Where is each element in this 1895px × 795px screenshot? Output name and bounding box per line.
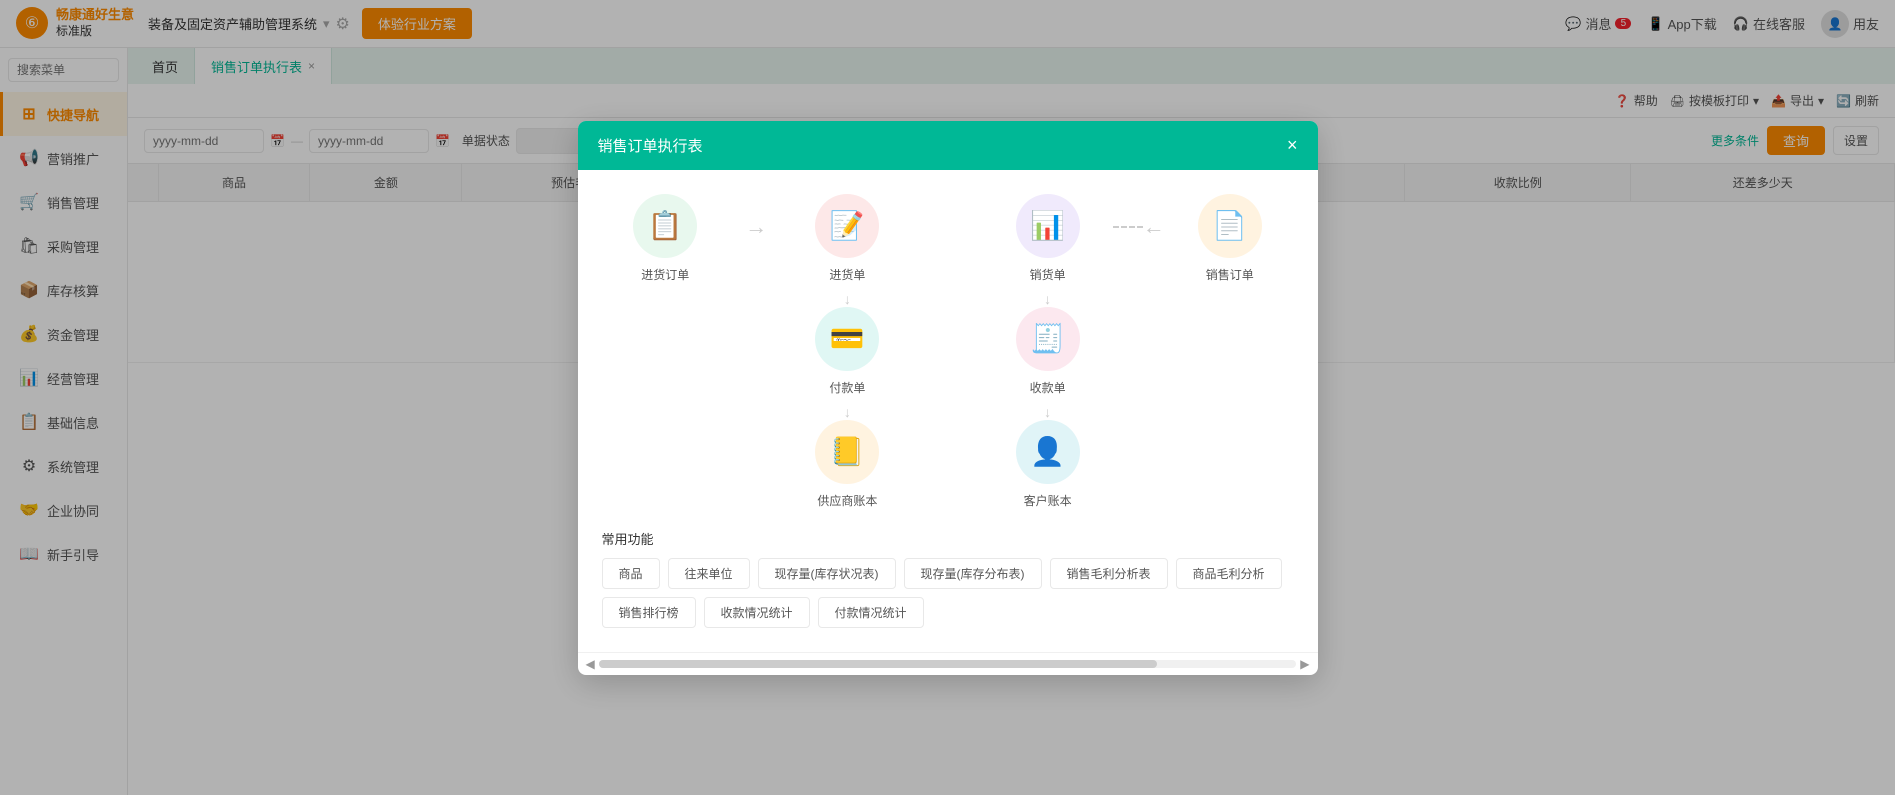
scroll-left-icon[interactable]: ◀ — [586, 657, 595, 671]
node-payment-bill-label: 付款单 — [829, 379, 865, 396]
node-supplier-account-label: 供应商账本 — [817, 492, 877, 509]
down-arrow-purchase-bill: ↓ — [784, 291, 911, 307]
node-sales-order-label: 销售订单 — [1206, 266, 1254, 283]
down-arrow-receipt: ↓ — [984, 404, 1111, 420]
node-receipt-bill-label: 收款单 — [1030, 379, 1066, 396]
node-purchase-order[interactable]: 📋 进货订单 — [602, 194, 729, 283]
node-receipt-icon: 🧾 — [1016, 307, 1080, 371]
node-supplier-account[interactable]: 📒 供应商账本 — [784, 420, 911, 509]
common-buttons-row1: 商品 往来单位 现存量(库存状况表) 现存量(库存分布表) 销售毛利分析表 商品… — [602, 558, 1294, 589]
modal-header: 销售订单执行表 × — [578, 121, 1318, 170]
arrow-purchase-to-bill: → — [729, 194, 784, 240]
node-sales-order[interactable]: 📄 销售订单 — [1166, 194, 1293, 283]
flow-modal: 销售订单执行表 × 📋 进货订单 → — [578, 121, 1318, 675]
node-sales-bill-label: 销货单 — [1030, 266, 1066, 283]
btn-stock-status[interactable]: 现存量(库存状况表) — [758, 558, 896, 589]
node-customer-account[interactable]: 👤 客户账本 — [984, 420, 1111, 509]
scrollbar-thumb — [599, 660, 1157, 668]
common-functions-title: 常用功能 — [602, 529, 1294, 548]
common-functions-section: 常用功能 商品 往来单位 现存量(库存状况表) 现存量(库存分布表) 销售毛利分… — [602, 529, 1294, 628]
modal-scrollbar: ◀ ▶ — [578, 652, 1318, 675]
btn-goods[interactable]: 商品 — [602, 558, 660, 589]
node-purchase-order-label: 进货订单 — [641, 266, 689, 283]
node-purchase-bill-icon: 📝 — [815, 194, 879, 258]
node-receipt-bill[interactable]: 🧾 收款单 — [984, 307, 1111, 396]
modal-body: 📋 进货订单 → 📝 进货单 — [578, 170, 1318, 652]
node-payment-bill[interactable]: 💳 付款单 — [784, 307, 911, 396]
common-buttons-row2: 销售排行榜 收款情况统计 付款情况统计 — [602, 597, 1294, 628]
down-arrow-payment: ↓ — [784, 404, 911, 420]
btn-counterpart[interactable]: 往来单位 — [668, 558, 750, 589]
modal-overlay[interactable]: 销售订单执行表 × 📋 进货订单 → — [0, 0, 1895, 795]
scrollbar-track — [599, 660, 1297, 668]
node-supplier-icon: 📒 — [815, 420, 879, 484]
btn-receipt-stats[interactable]: 收款情况统计 — [704, 597, 810, 628]
node-purchase-bill[interactable]: 📝 进货单 — [784, 194, 911, 283]
node-purchase-bill-label: 进货单 — [829, 266, 865, 283]
btn-payment-stats[interactable]: 付款情况统计 — [818, 597, 924, 628]
scroll-right-icon[interactable]: ▶ — [1300, 657, 1309, 671]
node-sales-bill[interactable]: 📊 销货单 — [984, 194, 1111, 283]
btn-goods-profit[interactable]: 商品毛利分析 — [1176, 558, 1282, 589]
arrow-sales-order-to-bill: ← — [1111, 194, 1166, 240]
node-customer-icon: 👤 — [1016, 420, 1080, 484]
node-payment-icon: 💳 — [815, 307, 879, 371]
modal-close-button[interactable]: × — [1287, 135, 1298, 156]
node-customer-account-label: 客户账本 — [1024, 492, 1072, 509]
btn-sales-rank[interactable]: 销售排行榜 — [602, 597, 696, 628]
node-sales-bill-icon: 📊 — [1016, 194, 1080, 258]
node-purchase-order-icon: 📋 — [633, 194, 697, 258]
down-arrow-sales-bill: ↓ — [984, 291, 1111, 307]
btn-sales-profit[interactable]: 销售毛利分析表 — [1050, 558, 1168, 589]
modal-title: 销售订单执行表 — [598, 135, 703, 156]
btn-stock-dist[interactable]: 现存量(库存分布表) — [904, 558, 1042, 589]
node-sales-order-icon: 📄 — [1198, 194, 1262, 258]
